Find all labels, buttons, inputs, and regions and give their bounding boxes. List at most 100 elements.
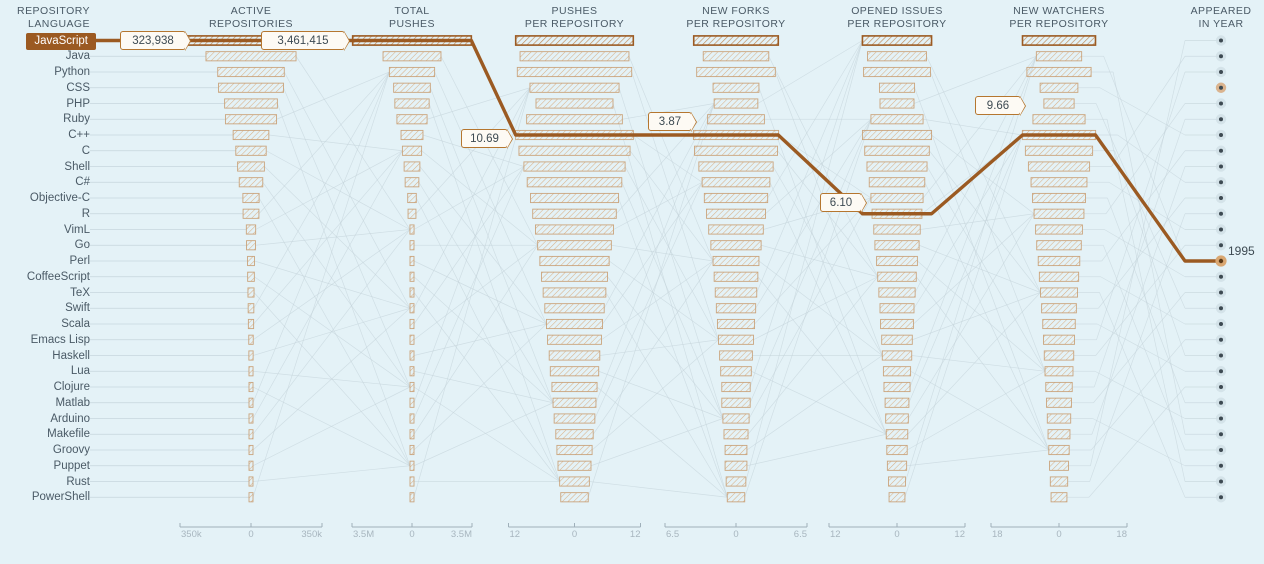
bar [560,492,589,503]
language-label-shell[interactable]: Shell [64,161,90,173]
bar [866,161,928,172]
bar [247,271,255,282]
year-dot [1219,385,1223,389]
language-label-haskell[interactable]: Haskell [52,350,90,362]
bar [394,98,430,109]
bar [238,177,264,188]
language-label-coffeescript[interactable]: CoffeeScript [27,271,90,283]
bar [551,381,598,393]
bar [1033,208,1085,219]
language-label-scala[interactable]: Scala [61,318,90,330]
bar [882,366,912,377]
bar [242,208,260,219]
bar [529,82,620,93]
language-label-puppet[interactable]: Puppet [54,460,90,472]
bar [1024,145,1094,156]
axis-4-tick: 12 [954,529,965,540]
bar [1026,66,1092,78]
bar [409,444,415,456]
year-dot [1219,353,1223,358]
value-tag-new-watchers-per-repository: 9.66 [975,96,1026,116]
bar [712,82,760,93]
bar [224,98,278,109]
bar [409,240,415,251]
bar [1032,192,1086,204]
language-label-r[interactable]: R [82,208,90,220]
language-label-python[interactable]: Python [54,66,90,78]
bar [861,35,933,46]
bar [1049,460,1069,471]
bar [886,444,908,456]
year-dot [1219,416,1223,421]
bar [407,192,417,204]
bar [720,366,752,377]
language-label-c-[interactable]: C++ [68,129,90,141]
bar [883,381,911,393]
bar [519,51,630,62]
bar [724,444,748,456]
bar [544,303,605,314]
bar [1047,429,1071,440]
chart-canvas[interactable] [0,0,1264,564]
language-label-java[interactable]: Java [66,50,90,62]
bar [224,114,278,125]
bar [1046,397,1072,408]
bar [409,350,415,361]
bar [1021,35,1097,46]
bar [245,224,257,235]
value-tag-opened-issues-per-repository: 6.10 [820,193,867,213]
bar [1049,476,1069,487]
bar [218,82,284,93]
bar [714,287,758,298]
bar [539,255,610,267]
bar [868,177,926,188]
bar [248,492,254,503]
language-label-groovy[interactable]: Groovy [53,444,90,456]
language-label-powershell[interactable]: PowerShell [32,491,90,503]
bar [698,161,774,172]
value-tag-pushes-per-repository: 10.69 [461,129,513,149]
language-label-perl[interactable]: Perl [70,255,90,267]
language-label-lua[interactable]: Lua [71,365,90,377]
bar [1041,303,1077,314]
year-dot [1219,70,1223,74]
bar [514,35,635,46]
parallel-coordinates-chart[interactable]: REPOSITORY LANGUAGE ACTIVE REPOSITORIES TOTA… [0,0,1264,564]
bar [248,444,254,456]
bar [706,208,766,219]
language-label-viml[interactable]: VimL [64,224,90,236]
bar [719,350,753,361]
bar [409,492,415,503]
bar [235,145,267,156]
language-label-rust[interactable]: Rust [66,476,90,488]
language-label-clojure[interactable]: Clojure [54,381,90,393]
language-label-go[interactable]: Go [75,239,90,251]
language-label-c[interactable]: C [82,145,90,157]
axis-1-tick: 3.5M [450,529,472,540]
axis-3-tick: 6.5 [793,529,807,540]
language-label-makefile[interactable]: Makefile [47,428,90,440]
axis-2-tick: 0 [571,529,578,540]
language-label-ruby[interactable]: Ruby [63,113,90,125]
language-label-emacs-lisp[interactable]: Emacs Lisp [31,334,90,346]
bar [713,98,759,109]
bar [708,224,764,235]
bar [237,161,265,172]
bar [523,161,626,172]
language-label-matlab[interactable]: Matlab [55,397,90,409]
year-dot [1219,337,1223,342]
language-label-swift[interactable]: Swift [65,302,90,314]
year-dot [1219,463,1223,468]
bar [552,397,597,408]
language-label-objective-c[interactable]: Objective-C [30,192,90,204]
language-label-javascript[interactable]: JavaScript [26,33,96,50]
language-label-css[interactable]: CSS [66,82,90,94]
language-label-arduino[interactable]: Arduino [50,413,90,425]
bar [725,476,747,487]
language-label-tex[interactable]: TeX [70,287,90,299]
bar [546,318,604,330]
bar [1027,161,1091,172]
axis-4-tick: 12 [830,529,841,540]
language-label-php[interactable]: PHP [66,98,90,110]
language-label-c-[interactable]: C# [75,176,90,188]
